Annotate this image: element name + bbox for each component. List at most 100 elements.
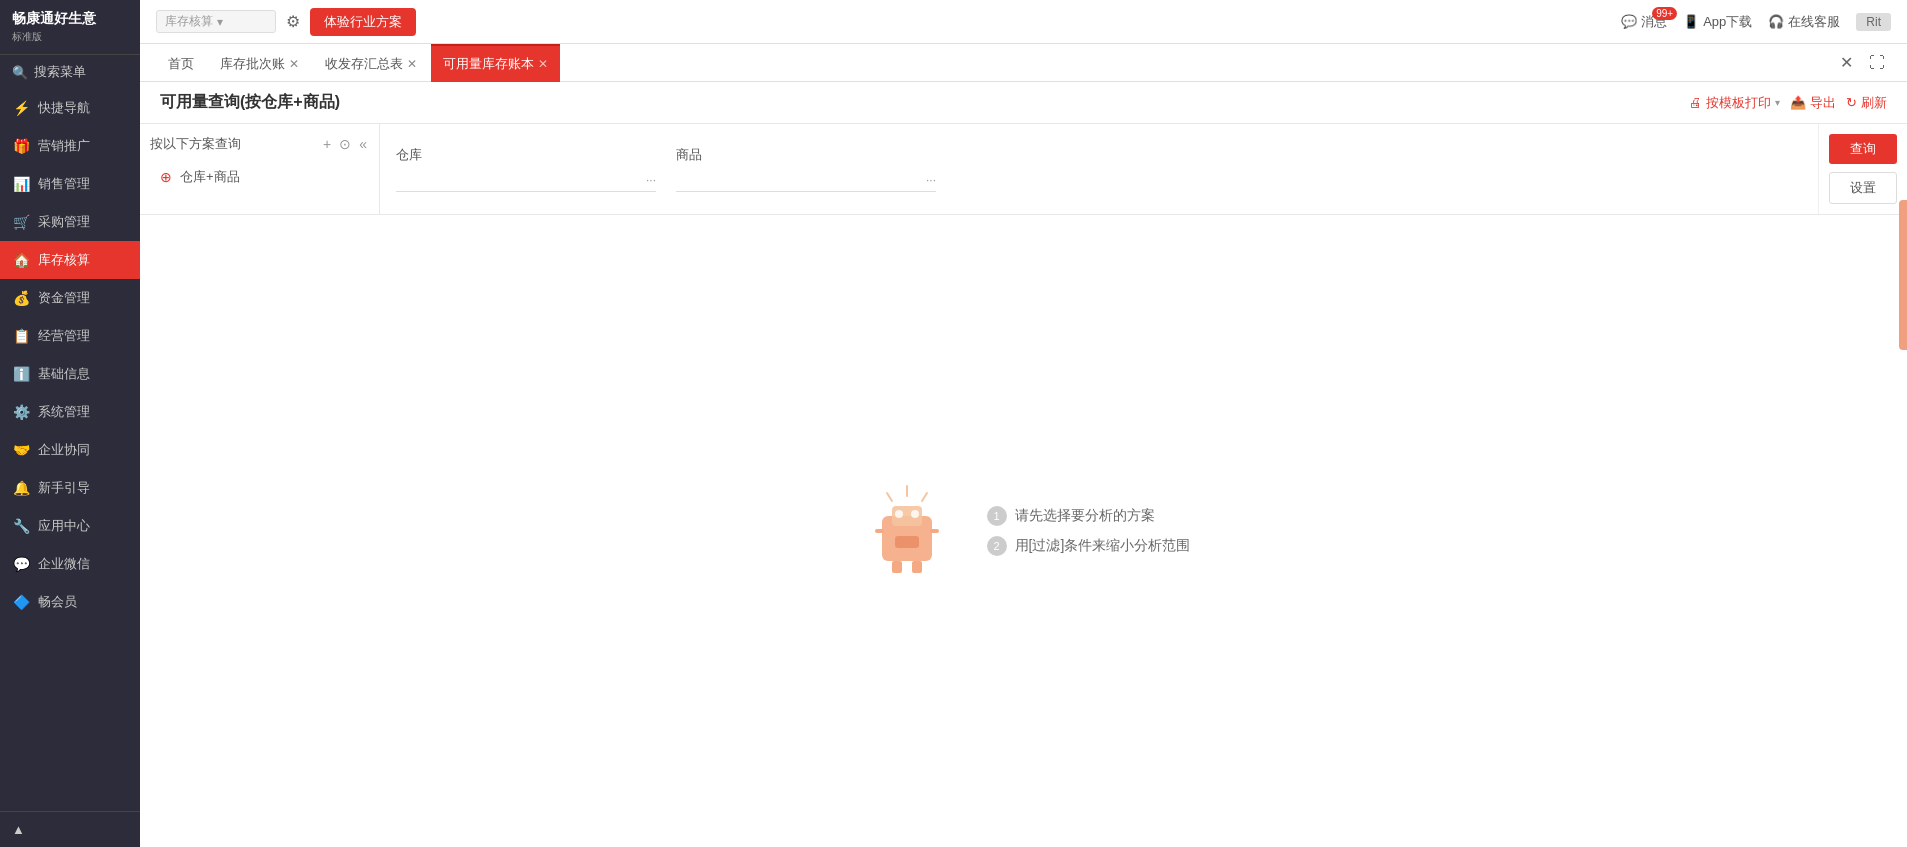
filter-collapse-button[interactable]: « [357,134,369,154]
svg-line-11 [922,493,927,501]
trial-button[interactable]: 体验行业方案 [310,8,416,36]
guide-icon: 🔔 [12,479,30,497]
product-more-icon[interactable]: ··· [926,173,936,187]
tab-receipt-summary-label: 收发存汇总表 [325,55,403,73]
settings-circle-icon: ⊙ [339,136,351,152]
warehouse-field-input[interactable]: ··· [396,168,656,192]
shortcut-icon: ⚡ [12,99,30,117]
page-actions: 🖨 按模板打印 ▾ 📤 导出 ↻ 刷新 [1689,94,1887,112]
tab-available-ledger-label: 可用量库存账本 [443,55,534,73]
top-header: 库存核算 ▾ ⚙ 体验行业方案 💬 消息 99+ 📱 App下载 🎧 在线客服 … [140,0,1907,44]
app-download-label: App下载 [1703,13,1752,31]
sidebar-item-wechat[interactable]: 💬 企业微信 [0,545,140,583]
sidebar-bottom[interactable]: ▲ [0,811,140,847]
filter-add-button[interactable]: + [321,134,333,154]
empty-step-2: 2 用[过滤]条件来缩小分析范围 [987,536,1191,556]
filter-sidebar: 按以下方案查询 + ⊙ « ⊕ 仓库+商 [140,124,380,214]
tab-expand-button[interactable]: ⛶ [1863,52,1891,74]
phone-icon: 📱 [1683,14,1699,29]
tab-receipt-summary[interactable]: 收发存汇总表 ✕ [313,44,429,82]
sidebar-item-finance[interactable]: 💰 资金管理 [0,279,140,317]
nav-label-basic: 基础信息 [38,365,90,383]
nav-label-inventory: 库存核算 [38,251,90,269]
brand-name: 畅康通好生意 [12,10,128,28]
print-icon: 🖨 [1689,95,1702,110]
sidebar-item-app[interactable]: 🔧 应用中心 [0,507,140,545]
empty-text: 1 请先选择要分析的方案 2 用[过滤]条件来缩小分析范围 [987,506,1191,556]
user-avatar[interactable]: Rit [1856,13,1891,31]
step-2-circle: 2 [987,536,1007,556]
filter-option-label: 仓库+商品 [180,168,240,186]
step-2-text: 用[过滤]条件来缩小分析范围 [1015,537,1191,555]
collapse-icon: « [359,136,367,152]
tab-batch-ledger-close[interactable]: ✕ [289,57,299,71]
scroll-indicator[interactable] [1899,200,1907,350]
product-field-input[interactable]: ··· [676,168,936,192]
app-download-item[interactable]: 📱 App下载 [1683,13,1752,31]
sidebar-item-guide[interactable]: 🔔 新手引导 [0,469,140,507]
tab-home[interactable]: 首页 [156,44,206,82]
headset-icon: 🎧 [1768,14,1784,29]
empty-step-1: 1 请先选择要分析的方案 [987,506,1191,526]
down-icon: ▲ [12,822,25,837]
tab-close-button[interactable]: ✕ [1834,51,1859,74]
tab-bar: 首页 库存批次账 ✕ 收发存汇总表 ✕ 可用量库存账本 ✕ ✕ ⛶ [140,44,1907,82]
nav-label-guide: 新手引导 [38,479,90,497]
field-group-product: 商品 ··· [676,146,936,192]
export-label: 导出 [1810,94,1836,112]
sidebar-item-inventory[interactable]: 🏠 库存核算 [0,241,140,279]
tab-home-label: 首页 [168,55,194,73]
export-icon: 📤 [1790,95,1806,110]
chevron-down-icon: ▾ [217,15,223,29]
sidebar-item-basic[interactable]: ℹ️ 基础信息 [0,355,140,393]
warehouse-input[interactable] [396,172,642,187]
sidebar-item-system[interactable]: ⚙️ 系统管理 [0,393,140,431]
product-field-label: 商品 [676,146,936,164]
sidebar-item-member[interactable]: 🔷 畅会员 [0,583,140,621]
breadcrumb-text: 库存核算 [165,13,213,30]
purchase-icon: 🛒 [12,213,30,231]
export-button[interactable]: 📤 导出 [1790,94,1836,112]
svg-rect-4 [895,536,919,548]
sidebar-item-sales[interactable]: 📊 销售管理 [0,165,140,203]
sidebar-item-enterprise[interactable]: 🤝 企业协同 [0,431,140,469]
warehouse-field-label: 仓库 [396,146,656,164]
settings-button[interactable]: 设置 [1829,172,1897,204]
nav-label-shortcut: 快捷导航 [38,99,90,117]
print-button[interactable]: 🖨 按模板打印 ▾ [1689,94,1780,112]
marketing-icon: 🎁 [12,137,30,155]
tab-receipt-summary-close[interactable]: ✕ [407,57,417,71]
sidebar-item-purchase[interactable]: 🛒 采购管理 [0,203,140,241]
nav-label-system: 系统管理 [38,403,90,421]
tab-batch-ledger[interactable]: 库存批次账 ✕ [208,44,311,82]
svg-rect-7 [892,561,902,573]
sidebar-nav: ⚡ 快捷导航 🎁 营销推广 📊 销售管理 🛒 采购管理 🏠 库存核算 💰 资金管… [0,89,140,811]
page-title: 可用量查询(按仓库+商品) [160,92,1689,113]
empty-state: 1 请先选择要分析的方案 2 用[过滤]条件来缩小分析范围 [140,215,1907,847]
tab-available-ledger[interactable]: 可用量库存账本 ✕ [431,44,560,82]
filter-settings-button[interactable]: ⊙ [337,134,353,154]
tab-available-ledger-close[interactable]: ✕ [538,57,548,71]
search-icon: 🔍 [12,65,28,80]
sidebar-item-shortcut[interactable]: ⚡ 快捷导航 [0,89,140,127]
query-button[interactable]: 查询 [1829,134,1897,164]
refresh-button[interactable]: ↻ 刷新 [1846,94,1887,112]
sidebar-search[interactable]: 🔍 搜索菜单 [0,55,140,89]
header-right: 💬 消息 99+ 📱 App下载 🎧 在线客服 Rit [1621,13,1891,31]
filter-query-actions: 查询 设置 [1818,124,1907,214]
tab-bar-right: ✕ ⛶ [1834,51,1891,74]
svg-point-3 [911,510,919,518]
nav-label-sales: 销售管理 [38,175,90,193]
inventory-icon: 🏠 [12,251,30,269]
filter-section-label: 按以下方案查询 [150,135,241,153]
product-input[interactable] [676,172,922,187]
warehouse-more-icon[interactable]: ··· [646,173,656,187]
basic-icon: ℹ️ [12,365,30,383]
filter-option-warehouse-product[interactable]: ⊕ 仓库+商品 [150,162,369,192]
breadcrumb-input[interactable]: 库存核算 ▾ [156,10,276,33]
online-service-item[interactable]: 🎧 在线客服 [1768,13,1840,31]
sidebar-item-operation[interactable]: 📋 经营管理 [0,317,140,355]
gear-icon[interactable]: ⚙ [286,12,300,31]
message-item[interactable]: 💬 消息 99+ [1621,13,1667,31]
sidebar-item-marketing[interactable]: 🎁 营销推广 [0,127,140,165]
